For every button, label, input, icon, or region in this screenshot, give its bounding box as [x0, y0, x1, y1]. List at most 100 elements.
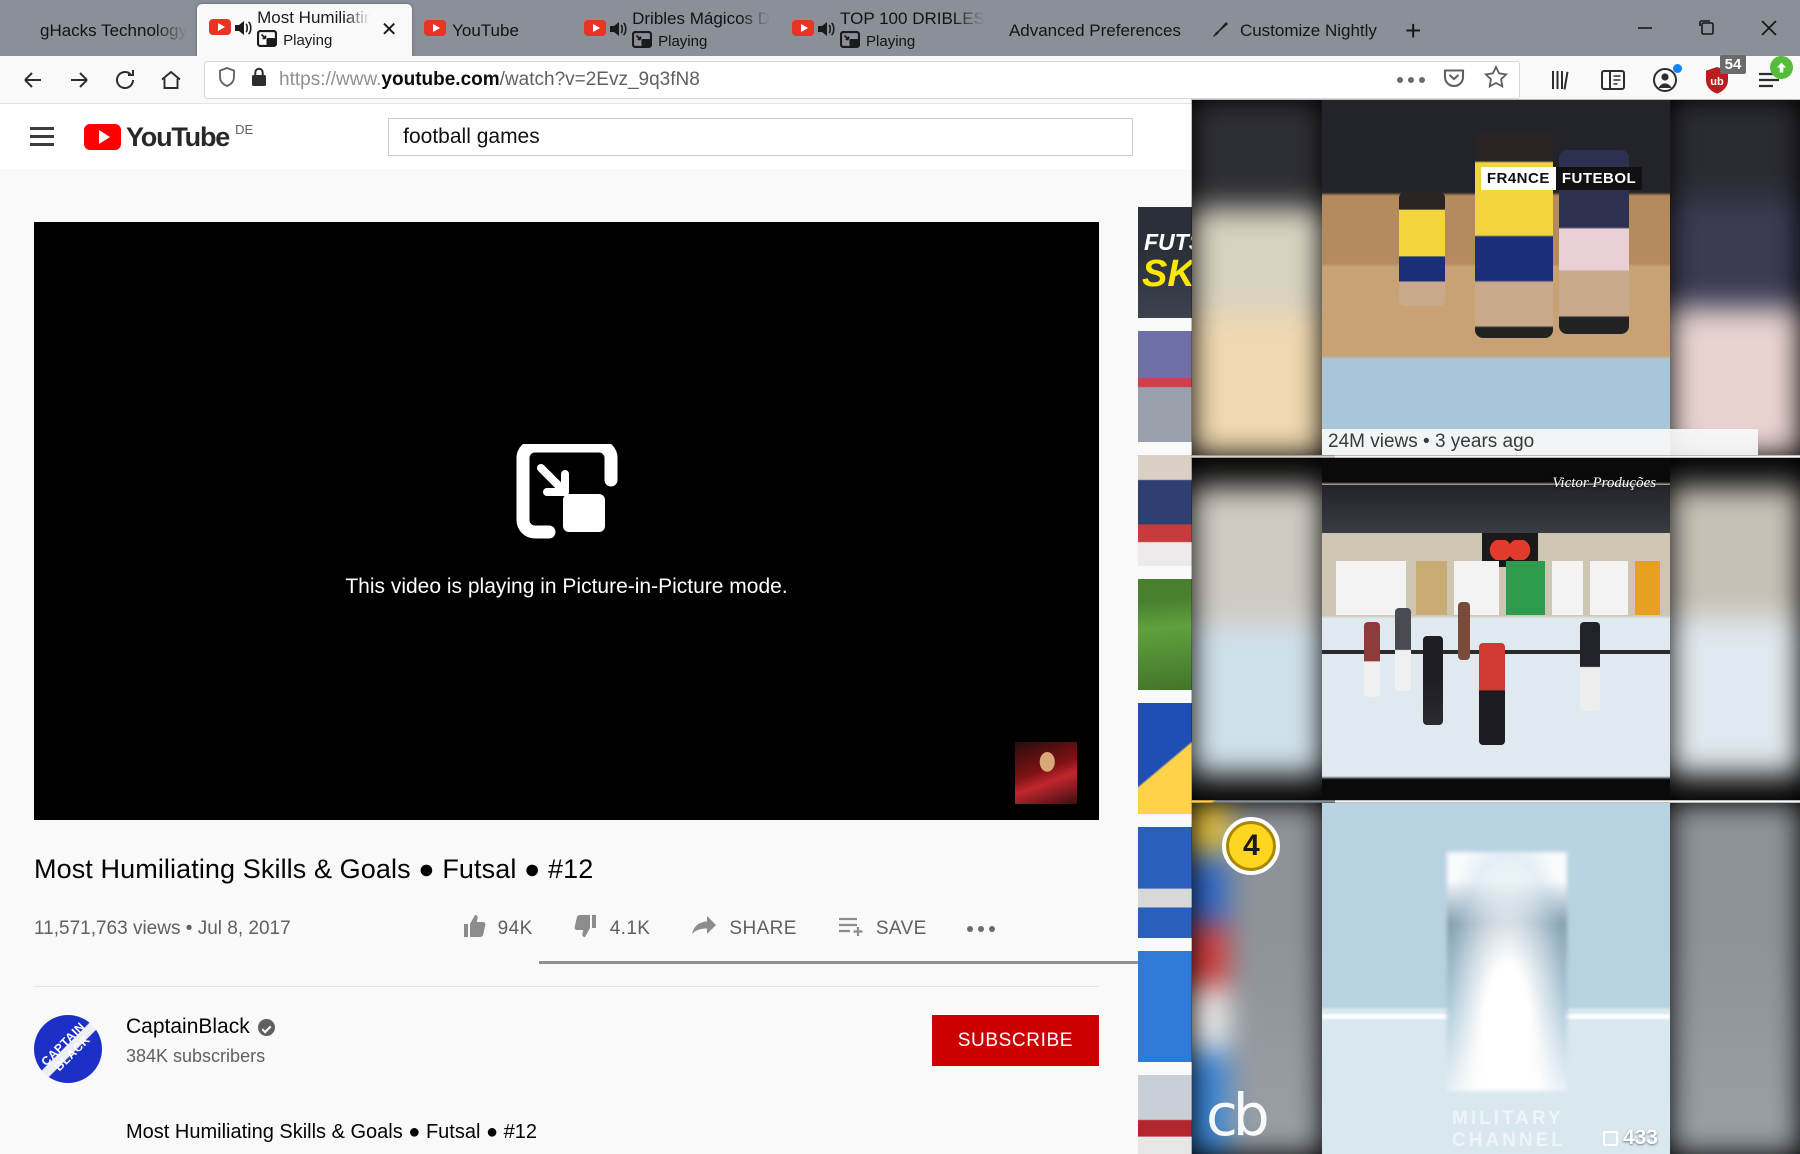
share-label: SHARE: [729, 918, 797, 939]
save-button[interactable]: SAVE: [837, 913, 927, 945]
tab-title: Most Humiliating: [257, 8, 371, 27]
audio-playing-icon[interactable]: [816, 20, 836, 43]
close-window-button[interactable]: [1738, 3, 1800, 53]
forward-button[interactable]: [56, 60, 102, 100]
audio-playing-icon[interactable]: [608, 20, 628, 43]
bookmark-star-icon[interactable]: [1483, 64, 1509, 95]
browser-tab-dribles-magicos[interactable]: Dribles Mágicos D Playing: [572, 6, 780, 56]
water-explosion: [1447, 852, 1568, 1091]
update-available-icon[interactable]: [1770, 55, 1793, 79]
video-meta-row: 11,571,763 views • Jul 8, 2017 94K 4.1K …: [34, 907, 1099, 951]
wall-banner: [1415, 560, 1448, 616]
browser-tab-top-100-dribles[interactable]: TOP 100 DRIBLES Playing: [780, 6, 995, 56]
browser-tab-youtube[interactable]: YouTube: [412, 6, 572, 56]
tracking-protection-shield-icon[interactable]: [215, 65, 239, 94]
gym-wall: [1322, 485, 1670, 534]
new-tab-button[interactable]: +: [1391, 6, 1435, 56]
subscriber-count: 384K subscribers: [126, 1046, 266, 1066]
home-button[interactable]: [148, 60, 194, 100]
player-figure: [1579, 622, 1600, 712]
channel-logo: cb: [1206, 1081, 1270, 1149]
pinned-item-label: Customize Nightly: [1239, 21, 1377, 40]
url-bar[interactable]: https://www.youtube.com/watch?v=2Evz_9q3…: [204, 60, 1520, 99]
hamburger-menu-icon[interactable]: [1754, 55, 1793, 95]
publish-date: Jul 8, 2017: [197, 918, 291, 939]
wall-banner: [1635, 560, 1660, 616]
tab-state: Playing: [658, 33, 708, 50]
primary-column: This video is playing in Picture-in-Pict…: [34, 222, 1233, 1154]
pip-message: This video is playing in Picture-in-Pict…: [345, 574, 788, 598]
meta-separator: •: [185, 918, 193, 939]
description-line-1: Most Humiliating Skills & Goals ● Futsal…: [126, 1121, 537, 1143]
like-ratio-bar: [539, 961, 1233, 964]
tab-title: YouTube: [452, 21, 519, 40]
pip-blurred-edge: [1670, 803, 1800, 1154]
more-actions-button[interactable]: [966, 926, 995, 932]
reload-button[interactable]: [102, 60, 148, 100]
audio-playing-icon[interactable]: [233, 19, 253, 42]
verified-badge-icon: [257, 1018, 275, 1036]
channel-name-label: CaptainBlack: [126, 1015, 250, 1038]
back-button[interactable]: [10, 60, 56, 100]
account-icon[interactable]: [1650, 63, 1682, 95]
youtube-country-code: DE: [235, 121, 254, 137]
picture-in-picture-icon: [257, 29, 278, 52]
minimize-button[interactable]: [1614, 3, 1676, 53]
avatar[interactable]: CAPTAIN BLACK: [34, 1015, 102, 1083]
ublock-blocked-count-badge: 54: [1720, 54, 1746, 74]
search-input[interactable]: football games: [388, 117, 1134, 156]
dislike-count: 4.1K: [609, 918, 651, 939]
youtube-icon: [792, 20, 815, 42]
subscribe-button[interactable]: SUBSCRIBE: [931, 1015, 1099, 1066]
save-label: SAVE: [875, 918, 927, 939]
thumbs-up-icon: [461, 913, 487, 945]
like-button[interactable]: 94K: [461, 913, 533, 945]
close-tab-button[interactable]: ✕: [376, 17, 402, 43]
youtube-logo[interactable]: YouTube DE: [84, 121, 254, 150]
channel-name[interactable]: CaptainBlack: [126, 1015, 932, 1039]
dislike-button[interactable]: 4.1K: [573, 913, 651, 945]
picture-in-picture-icon: [632, 30, 653, 53]
url-text: https://www.youtube.com/watch?v=2Evz_9q3…: [279, 68, 700, 90]
browser-tab-ghacks[interactable]: gHacks Technology: [0, 6, 197, 56]
pip-window-victor-producoes[interactable]: Victor Produções: [1192, 458, 1800, 800]
video-action-buttons: 94K 4.1K SHARE SAVE: [461, 913, 995, 945]
tab-state: Playing: [283, 32, 333, 49]
sidebar-icon[interactable]: [1598, 65, 1628, 95]
pip-video-content: MILITARY CHANNEL 433: [1322, 803, 1670, 1154]
ghacks-icon: [12, 20, 34, 42]
guide-menu-button[interactable]: [22, 119, 62, 154]
wall-banner: [1589, 560, 1629, 616]
library-icon[interactable]: [1546, 65, 1576, 95]
pip-window-france-futebol[interactable]: FR4NCE FUTEBOL 24M views • 3 years ago: [1192, 100, 1800, 455]
pinned-item-label: Advanced Preferences: [1008, 21, 1181, 40]
browser-tab-most-humiliating[interactable]: Most Humiliating Playing ✕: [197, 4, 413, 56]
page-actions-icon[interactable]: [1397, 76, 1425, 83]
window-controls: [1614, 0, 1800, 56]
view-count: 11,571,763 views: [34, 918, 181, 939]
share-arrow-icon: [690, 913, 718, 945]
maximize-restore-button[interactable]: [1676, 3, 1738, 53]
video-player[interactable]: This video is playing in Picture-in-Pict…: [34, 222, 1099, 820]
player-corner-thumbnail: [1015, 742, 1077, 804]
like-count: 94K: [497, 918, 533, 939]
picture-in-picture-icon: [511, 439, 623, 547]
share-button[interactable]: SHARE: [690, 913, 796, 945]
pinned-item-advanced-preferences[interactable]: Advanced Preferences: [995, 6, 1195, 56]
youtube-play-icon: [84, 123, 121, 150]
video-counter: 433: [1602, 1126, 1658, 1150]
wall-banner: [1335, 560, 1406, 616]
pip-window-military-channel[interactable]: MILITARY CHANNEL 433 4 cb: [1192, 803, 1800, 1154]
pip-blurred-edge: [1192, 100, 1322, 455]
ublock-origin-icon[interactable]: ub 54: [1702, 54, 1746, 95]
wall-banner: [1551, 560, 1583, 616]
watermark-part-b: FUTEBOL: [1555, 167, 1643, 191]
pinned-item-customize-nightly[interactable]: Customize Nightly: [1195, 6, 1391, 56]
lock-icon[interactable]: [249, 66, 269, 93]
counter-icon: [1602, 1130, 1618, 1146]
pocket-icon[interactable]: [1441, 64, 1467, 95]
thumbs-down-icon: [573, 913, 599, 945]
tab-title: Dribles Mágicos D: [632, 9, 771, 28]
counter-value: 433: [1622, 1126, 1658, 1149]
wall-banner: [1506, 560, 1545, 616]
